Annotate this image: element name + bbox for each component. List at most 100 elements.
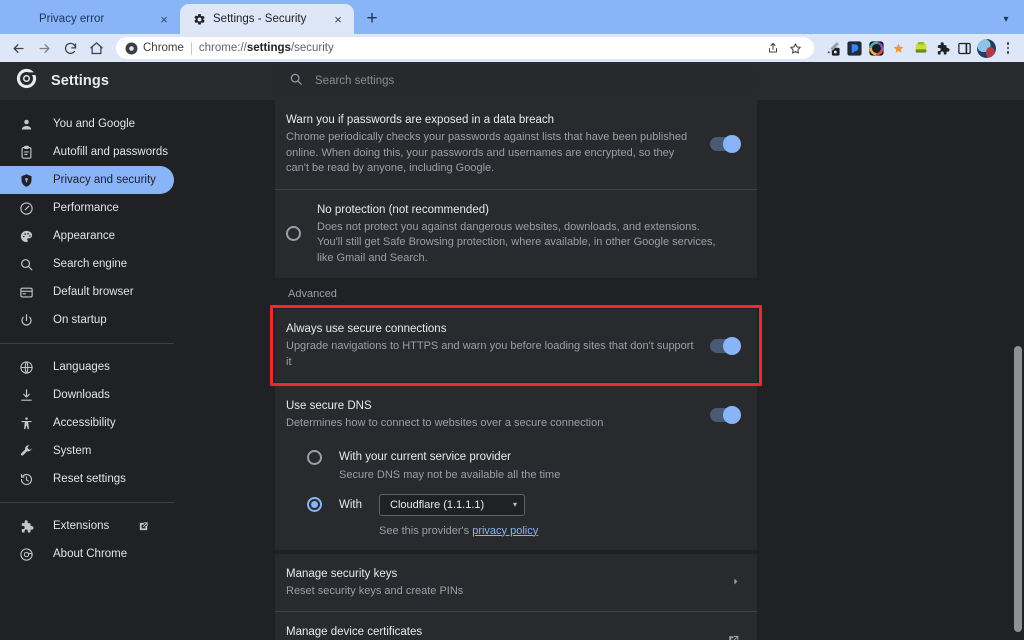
- window-icon: [18, 284, 35, 301]
- sidebar-item-label: Search engine: [53, 258, 128, 270]
- search-wrapper: [272, 66, 1024, 96]
- dns-isp-radio[interactable]: [307, 449, 322, 465]
- row-no-protection[interactable]: No protection (not recommended) Does not…: [275, 188, 757, 279]
- power-icon: [18, 312, 35, 329]
- side-panel-icon[interactable]: [954, 38, 975, 59]
- sidebar-item-label: Default browser: [53, 286, 134, 298]
- privacy-policy-link[interactable]: privacy policy: [472, 525, 538, 537]
- new-tab-button[interactable]: +: [358, 5, 386, 33]
- history-restore-icon: [18, 471, 35, 488]
- url-prefix: chrome://: [198, 42, 247, 54]
- tab-search-chevron-down-icon[interactable]: ▾: [992, 4, 1020, 34]
- dns-option-custom-provider[interactable]: With Cloudflare (1.1.1.1) ▾: [286, 488, 757, 516]
- breach-warning-toggle[interactable]: [710, 135, 741, 154]
- omnibox-actions: [763, 38, 805, 58]
- sidebar-item-on-startup[interactable]: On startup: [0, 306, 174, 334]
- row-password-breach-warning[interactable]: Warn you if passwords are exposed in a d…: [275, 100, 757, 189]
- orange-star-extension-icon[interactable]: [888, 38, 909, 59]
- row-text: Manage device certificates Manage HTTPS/…: [286, 624, 726, 640]
- sidebar-item-privacy-and-security[interactable]: Privacy and security: [0, 166, 174, 194]
- row-text: Use secure DNS Determines how to connect…: [286, 398, 710, 432]
- sidebar-item-extensions[interactable]: Extensions: [0, 512, 174, 540]
- toggle-knob: [723, 135, 741, 154]
- browser-window: Privacy error × Settings - Security × + …: [0, 0, 1024, 640]
- no-protection-radio[interactable]: [286, 226, 301, 242]
- url-bold-part: settings: [246, 42, 291, 54]
- row-text: Manage security keys Reset security keys…: [286, 566, 731, 600]
- row-title: No protection (not recommended): [317, 203, 489, 216]
- sidebar-item-downloads[interactable]: Downloads: [0, 381, 174, 409]
- puzzle-icon: [18, 518, 35, 535]
- omnibox-divider: [190, 41, 192, 55]
- clipboard-icon: [18, 144, 35, 161]
- row-description: Chrome periodically checks your password…: [286, 131, 688, 174]
- sidebar-item-label: Extensions: [53, 520, 110, 532]
- forward-icon[interactable]: [32, 36, 56, 60]
- safe-browsing-card: Warn you if passwords are exposed in a d…: [275, 100, 757, 278]
- sidebar-item-appearance[interactable]: Appearance: [0, 222, 174, 250]
- tab-privacy-error[interactable]: Privacy error ×: [6, 4, 180, 34]
- settings-brand[interactable]: Settings: [16, 68, 272, 94]
- page-title: Settings: [51, 73, 109, 89]
- puzzle-extensions-icon[interactable]: [932, 38, 953, 59]
- row-always-use-secure-connections[interactable]: Always use secure connections Upgrade na…: [275, 309, 757, 382]
- color-wheel-extension-icon[interactable]: [866, 38, 887, 59]
- accessibility-icon: [18, 415, 35, 432]
- row-text: Always use secure connections Upgrade na…: [286, 321, 710, 370]
- address-bar[interactable]: Chrome chrome://settings/security: [116, 37, 814, 59]
- sidebar-item-label: Accessibility: [53, 417, 116, 429]
- row-manage-device-certificates[interactable]: Manage device certificates Manage HTTPS/…: [275, 611, 757, 640]
- scrollbar-thumb[interactable]: [1014, 346, 1022, 632]
- row-title: Manage security keys: [286, 567, 398, 580]
- sidebar-item-languages[interactable]: Languages: [0, 353, 174, 381]
- sidebar-item-label: Languages: [53, 361, 110, 373]
- dns-provider-select[interactable]: Cloudflare (1.1.1.1) ▾: [379, 493, 525, 516]
- home-icon[interactable]: [84, 36, 108, 60]
- palette-icon: [18, 228, 35, 245]
- reload-icon[interactable]: [58, 36, 82, 60]
- sidebar-item-default-browser[interactable]: Default browser: [0, 278, 174, 306]
- row-title: Always use secure connections: [286, 323, 447, 335]
- sidebar-item-about-chrome[interactable]: About Chrome: [0, 540, 174, 568]
- tab-close-icon[interactable]: ×: [156, 11, 172, 27]
- sidebar-item-autofill-and-passwords[interactable]: Autofill and passwords: [0, 138, 174, 166]
- row-title: Warn you if passwords are exposed in a d…: [286, 114, 555, 126]
- external-link-icon: [726, 634, 740, 640]
- row-manage-security-keys[interactable]: Manage security keys Reset security keys…: [275, 554, 757, 612]
- sidebar-divider: [0, 343, 174, 344]
- row-text: No protection (not recommended) Does not…: [317, 202, 740, 267]
- green-note-extension-icon[interactable]: [910, 38, 931, 59]
- blue-d-extension-icon[interactable]: [844, 38, 865, 59]
- dns-with-label: With: [339, 498, 362, 511]
- sidebar-item-reset-settings[interactable]: Reset settings: [0, 465, 174, 493]
- sidebar-item-performance[interactable]: Performance: [0, 194, 174, 222]
- share-icon[interactable]: [763, 38, 783, 58]
- page-scrollbar[interactable]: [1014, 100, 1022, 640]
- always-secure-connections-toggle[interactable]: [710, 336, 741, 355]
- sidebar-item-search-engine[interactable]: Search engine: [0, 250, 174, 278]
- tab-settings-security[interactable]: Settings - Security ×: [180, 4, 354, 34]
- external-link-icon: [137, 520, 149, 532]
- dns-option-current-provider[interactable]: With your current service provider Secur…: [286, 445, 757, 488]
- chrome-menu-icon[interactable]: [998, 42, 1018, 54]
- eyedropper-extension-icon[interactable]: [822, 38, 843, 59]
- back-icon[interactable]: [6, 36, 30, 60]
- shield-icon: [18, 172, 35, 189]
- sidebar-divider-2: [0, 502, 174, 503]
- avatar[interactable]: [977, 38, 996, 58]
- row-description: Reset security keys and create PINs: [286, 584, 464, 597]
- search-input[interactable]: [315, 75, 739, 87]
- site-chip[interactable]: Chrome: [125, 42, 184, 55]
- sidebar-item-accessibility[interactable]: Accessibility: [0, 409, 174, 437]
- tab-close-icon[interactable]: ×: [330, 11, 346, 27]
- sidebar-item-label: Privacy and security: [53, 174, 156, 186]
- chrome-circle-icon: [18, 546, 35, 563]
- sidebar-item-you-and-google[interactable]: You and Google: [0, 110, 174, 138]
- dns-custom-radio[interactable]: [307, 497, 322, 512]
- sidebar-item-label: Autofill and passwords: [53, 146, 169, 158]
- star-icon[interactable]: [785, 38, 805, 58]
- row-use-secure-dns[interactable]: Use secure DNS Determines how to connect…: [275, 386, 757, 444]
- search-settings-box[interactable]: [272, 66, 756, 96]
- secure-dns-toggle[interactable]: [710, 405, 741, 424]
- sidebar-item-system[interactable]: System: [0, 437, 174, 465]
